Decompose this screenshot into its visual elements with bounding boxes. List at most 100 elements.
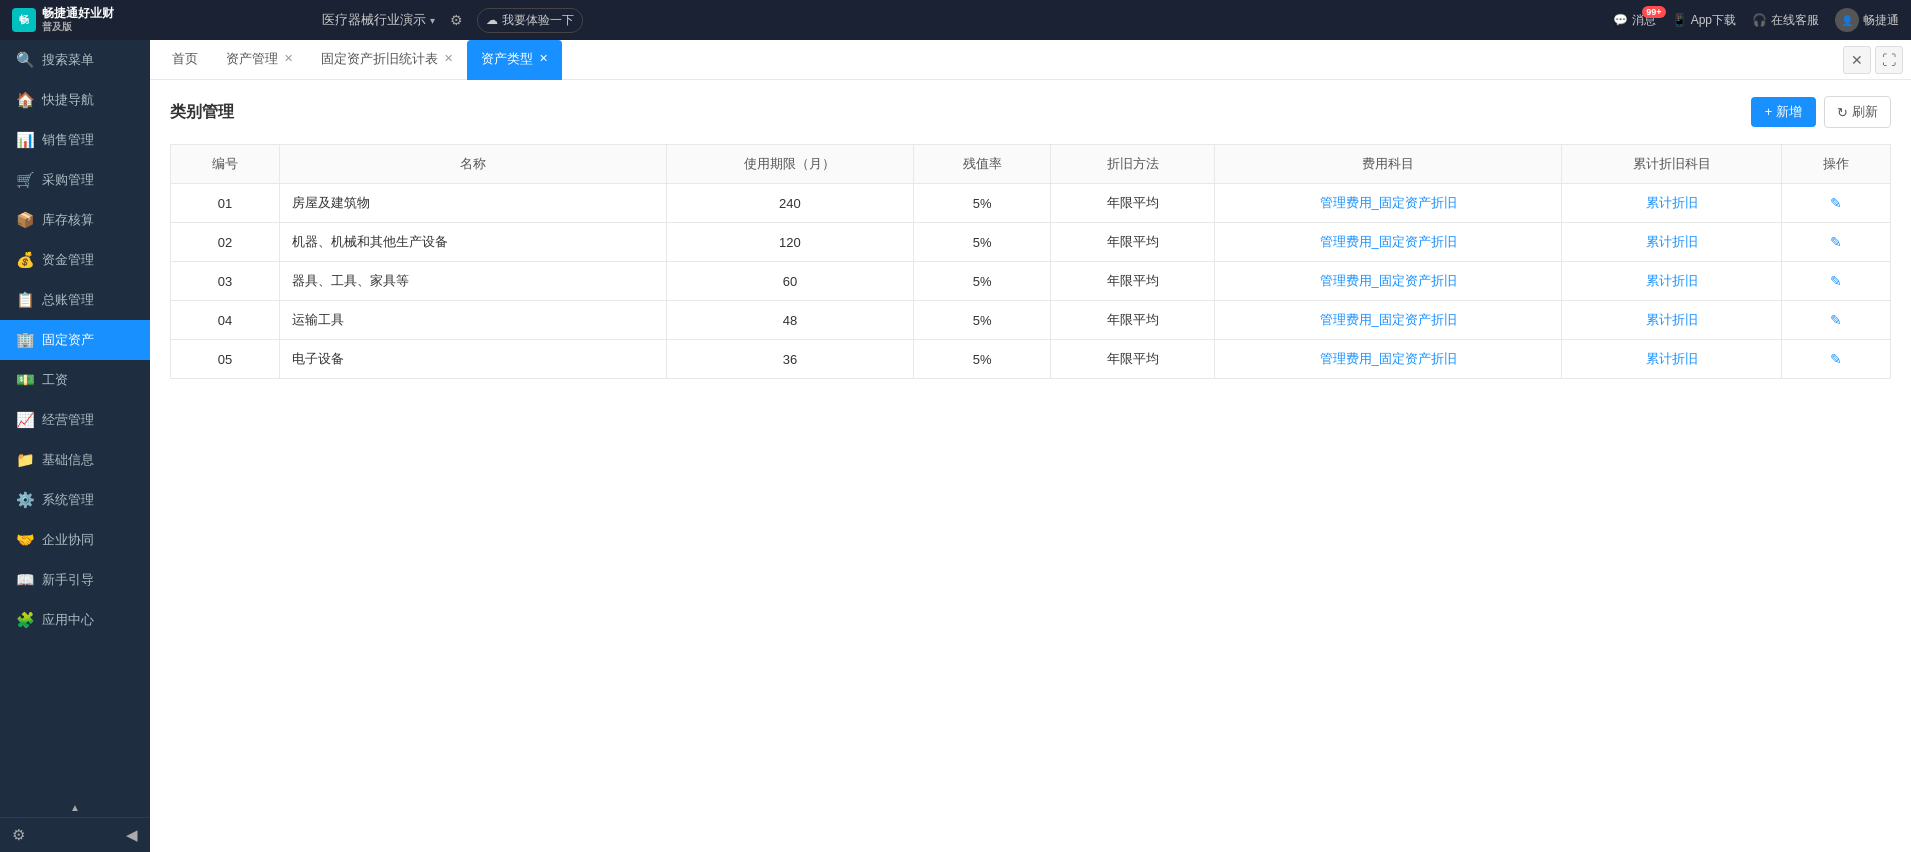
- th-accum: 累计折旧科目: [1562, 145, 1782, 184]
- td-accum-1: 累计折旧: [1562, 223, 1782, 262]
- app-logo: 畅 畅捷通好业财 普及版: [12, 6, 162, 34]
- td-method-0: 年限平均: [1051, 184, 1215, 223]
- td-residual-4: 5%: [914, 340, 1051, 379]
- tab-bar: 首页资产管理✕固定资产折旧统计表✕ 资产类型 ✕ ✕ ⛶: [150, 40, 1911, 80]
- td-expense-4: 管理费用_固定资产折旧: [1215, 340, 1562, 379]
- sidebar-icon-operations: 📈: [16, 411, 34, 429]
- service-button[interactable]: 🎧 在线客服: [1752, 12, 1819, 29]
- app-download-label: App下载: [1691, 12, 1736, 29]
- td-code-1: 02: [171, 223, 280, 262]
- user-button[interactable]: 👤 畅捷通: [1835, 8, 1899, 32]
- sidebar-label-purchase: 采购管理: [42, 171, 94, 189]
- company-dropdown-icon: ▾: [430, 15, 435, 26]
- tab-asset_type[interactable]: 资产类型 ✕: [467, 40, 562, 80]
- sidebar: 🔍 搜索菜单 🏠 快捷导航 📊 销售管理 🛒 采购管理 📦 库存核算 💰 资金管…: [0, 40, 150, 852]
- td-name-3: 运输工具: [279, 301, 666, 340]
- table-row: 04运输工具485%年限平均管理费用_固定资产折旧累计折旧✎: [171, 301, 1891, 340]
- td-method-2: 年限平均: [1051, 262, 1215, 301]
- tab-close-all-button[interactable]: ✕: [1843, 46, 1871, 74]
- headset-icon: 🎧: [1752, 13, 1767, 27]
- sidebar-item-quicknav[interactable]: 🏠 快捷导航: [0, 80, 150, 120]
- sidebar-item-app_center[interactable]: 🧩 应用中心: [0, 600, 150, 640]
- sidebar-item-operations[interactable]: 📈 经营管理: [0, 400, 150, 440]
- tab-fullscreen-button[interactable]: ⛶: [1875, 46, 1903, 74]
- td-residual-1: 5%: [914, 223, 1051, 262]
- td-op-1[interactable]: ✎: [1782, 223, 1891, 262]
- experience-label: 我要体验一下: [502, 12, 574, 29]
- sidebar-scroll-arrow[interactable]: ▲: [0, 797, 150, 817]
- sidebar-icon-fixed_assets: 🏢: [16, 331, 34, 349]
- table-row: 05电子设备365%年限平均管理费用_固定资产折旧累计折旧✎: [171, 340, 1891, 379]
- sidebar-label-quicknav: 快捷导航: [42, 91, 94, 109]
- edit-icon-4[interactable]: ✎: [1830, 351, 1842, 367]
- td-expense-2: 管理费用_固定资产折旧: [1215, 262, 1562, 301]
- settings-button[interactable]: ⚙: [443, 7, 469, 33]
- sidebar-item-search[interactable]: 🔍 搜索菜单: [0, 40, 150, 80]
- edit-icon-3[interactable]: ✎: [1830, 312, 1842, 328]
- refresh-label: 刷新: [1852, 103, 1878, 121]
- app-download-button[interactable]: 📱 App下载: [1672, 12, 1736, 29]
- tab-label-home: 首页: [172, 50, 198, 68]
- sidebar-item-funds[interactable]: 💰 资金管理: [0, 240, 150, 280]
- tab-label-asset_type: 资产类型: [481, 50, 533, 68]
- sidebar-item-purchase[interactable]: 🛒 采购管理: [0, 160, 150, 200]
- sidebar-icon-app_center: 🧩: [16, 611, 34, 629]
- page-title: 类别管理: [170, 102, 234, 123]
- td-op-3[interactable]: ✎: [1782, 301, 1891, 340]
- td-expense-3: 管理费用_固定资产折旧: [1215, 301, 1562, 340]
- th-code: 编号: [171, 145, 280, 184]
- tab-close-asset_type[interactable]: ✕: [539, 53, 548, 64]
- sidebar-icon-quicknav: 🏠: [16, 91, 34, 109]
- tab-close-asset_mgmt[interactable]: ✕: [284, 53, 293, 64]
- sidebar-item-basic_info[interactable]: 📁 基础信息: [0, 440, 150, 480]
- sidebar-collapse-icon[interactable]: ◀: [126, 826, 138, 844]
- tab-home[interactable]: 首页: [158, 40, 212, 80]
- sidebar-item-payroll[interactable]: 💵 工资: [0, 360, 150, 400]
- td-period-1: 120: [666, 223, 914, 262]
- sidebar-item-fixed_assets[interactable]: 🏢 固定资产: [0, 320, 150, 360]
- cloud-icon: ☁: [486, 13, 498, 27]
- tab-depreciation_table[interactable]: 固定资产折旧统计表✕: [307, 40, 467, 80]
- td-op-4[interactable]: ✎: [1782, 340, 1891, 379]
- td-residual-3: 5%: [914, 301, 1051, 340]
- company-name: 医疗器械行业演示: [322, 11, 426, 29]
- logo-icon: 畅: [12, 8, 36, 32]
- sidebar-item-cooperation[interactable]: 🤝 企业协同: [0, 520, 150, 560]
- sidebar-label-guide: 新手引导: [42, 571, 94, 589]
- table-row: 02机器、机械和其他生产设备1205%年限平均管理费用_固定资产折旧累计折旧✎: [171, 223, 1891, 262]
- sidebar-settings-icon[interactable]: ⚙: [12, 826, 25, 844]
- sidebar-icon-guide: 📖: [16, 571, 34, 589]
- edit-icon-1[interactable]: ✎: [1830, 234, 1842, 250]
- sidebar-label-ledger: 总账管理: [42, 291, 94, 309]
- td-name-2: 器具、工具、家具等: [279, 262, 666, 301]
- td-op-0[interactable]: ✎: [1782, 184, 1891, 223]
- edit-icon-2[interactable]: ✎: [1830, 273, 1842, 289]
- message-button[interactable]: 💬 消息 99+: [1613, 12, 1656, 29]
- tab-asset_mgmt[interactable]: 资产管理✕: [212, 40, 307, 80]
- td-residual-0: 5%: [914, 184, 1051, 223]
- sidebar-item-guide[interactable]: 📖 新手引导: [0, 560, 150, 600]
- page-content: 类别管理 + 新增 ↻ 刷新 编号名称使用期限（月）残值率折旧方法费用科目累计折…: [150, 80, 1911, 852]
- td-op-2[interactable]: ✎: [1782, 262, 1891, 301]
- sidebar-item-ledger[interactable]: 📋 总账管理: [0, 280, 150, 320]
- sidebar-bottom: ⚙ ◀: [0, 817, 150, 852]
- phone-icon: 📱: [1672, 13, 1687, 27]
- sidebar-item-sales[interactable]: 📊 销售管理: [0, 120, 150, 160]
- tab-close-depreciation_table[interactable]: ✕: [444, 53, 453, 64]
- sidebar-item-inventory[interactable]: 📦 库存核算: [0, 200, 150, 240]
- edit-icon-0[interactable]: ✎: [1830, 195, 1842, 211]
- category-table: 编号名称使用期限（月）残值率折旧方法费用科目累计折旧科目操作 01房屋及建筑物2…: [170, 144, 1891, 379]
- sidebar-icon-basic_info: 📁: [16, 451, 34, 469]
- sidebar-icon-purchase: 🛒: [16, 171, 34, 189]
- sidebar-label-funds: 资金管理: [42, 251, 94, 269]
- refresh-button[interactable]: ↻ 刷新: [1824, 96, 1891, 128]
- sidebar-label-inventory: 库存核算: [42, 211, 94, 229]
- experience-button[interactable]: ☁ 我要体验一下: [477, 8, 583, 33]
- sidebar-scroll: 🔍 搜索菜单 🏠 快捷导航 📊 销售管理 🛒 采购管理 📦 库存核算 💰 资金管…: [0, 40, 150, 797]
- new-button[interactable]: + 新增: [1751, 97, 1816, 127]
- sidebar-icon-payroll: 💵: [16, 371, 34, 389]
- company-selector[interactable]: 医疗器械行业演示 ▾: [322, 11, 435, 29]
- page-header: 类别管理 + 新增 ↻ 刷新: [170, 96, 1891, 128]
- sidebar-item-system[interactable]: ⚙️ 系统管理: [0, 480, 150, 520]
- service-label: 在线客服: [1771, 12, 1819, 29]
